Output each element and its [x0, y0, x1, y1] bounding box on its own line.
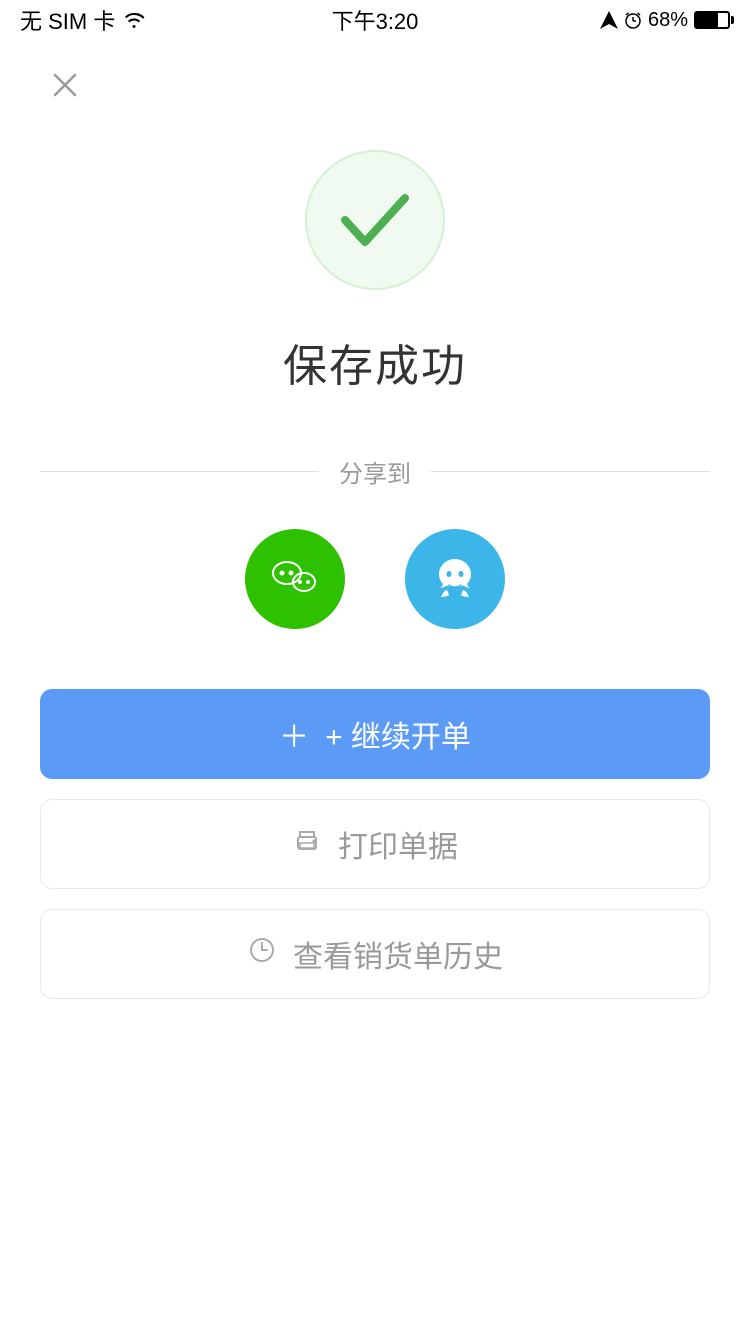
history-button[interactable]: 查看销货单历史	[40, 909, 710, 999]
wechat-share-button[interactable]	[245, 529, 345, 629]
success-title: 保存成功	[283, 330, 467, 394]
close-button[interactable]	[40, 60, 90, 110]
qq-icon	[427, 551, 483, 607]
main-content: 保存成功 分享到	[0, 40, 750, 1334]
continue-button[interactable]: ＋ + 继续开单	[40, 689, 710, 779]
action-buttons: ＋ + 继续开单 打印单据 查看销货单历	[40, 689, 710, 999]
battery-percent: 68%	[648, 9, 688, 32]
status-left: 无 SIM 卡	[20, 4, 145, 36]
plus-icon: ＋	[279, 712, 309, 756]
alarm-icon	[624, 11, 642, 29]
qq-share-button[interactable]	[405, 529, 505, 629]
history-icon	[247, 935, 277, 973]
continue-label: + 继续开单	[325, 712, 471, 756]
sim-status: 无 SIM 卡	[20, 4, 115, 36]
printer-icon	[292, 825, 322, 863]
wechat-icon	[267, 551, 323, 607]
location-icon	[600, 11, 618, 29]
status-bar: 无 SIM 卡 下午3:20 68%	[0, 0, 750, 40]
battery-icon	[694, 11, 730, 29]
status-right: 68%	[600, 9, 730, 32]
share-icons	[40, 529, 710, 629]
checkmark-icon	[340, 190, 410, 250]
success-icon-circle	[305, 150, 445, 290]
print-label: 打印单据	[338, 822, 458, 866]
history-label: 查看销货单历史	[293, 932, 503, 976]
share-section: 分享到	[40, 454, 710, 629]
share-label: 分享到	[339, 454, 411, 489]
wifi-icon	[123, 12, 145, 28]
print-button[interactable]: 打印单据	[40, 799, 710, 889]
share-divider: 分享到	[40, 454, 710, 489]
status-time: 下午3:20	[332, 4, 419, 36]
